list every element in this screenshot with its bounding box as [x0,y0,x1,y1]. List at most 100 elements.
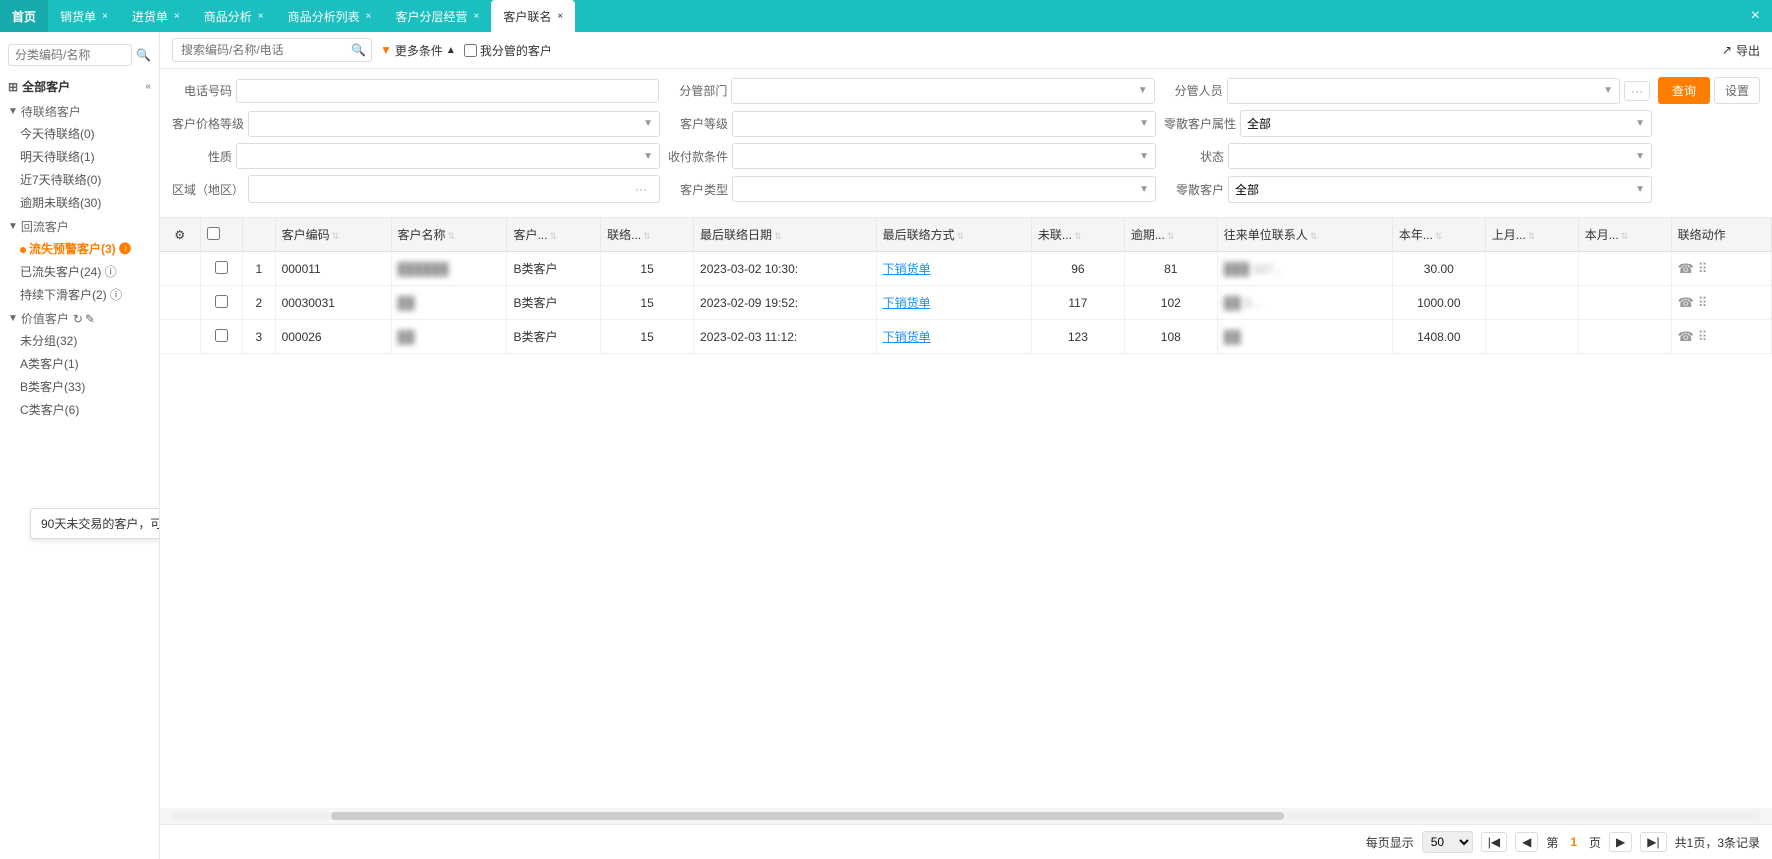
td-last-contact-method[interactable]: 下销货单 [876,286,1031,320]
th-last-month[interactable]: 上月...⇅ [1485,218,1578,252]
refresh-icon[interactable]: ↻ [73,312,83,326]
td-checkbox[interactable] [200,286,243,320]
dots-btn[interactable]: ··· [1624,81,1650,101]
section-pending[interactable]: ▼ 待联络客户 [0,99,159,122]
th-no-contact[interactable]: 未联...⇅ [1031,218,1124,252]
per-page-select[interactable]: 50 20 100 [1422,831,1473,853]
th-overdue[interactable]: 逾期...⇅ [1124,218,1217,252]
last-page-btn[interactable]: ▶| [1640,832,1666,852]
price-tier-select[interactable]: ▼ [248,111,660,137]
sidebar-item-class-b[interactable]: B类客户(33) [0,375,159,398]
retail-customer-select[interactable]: 全部▼ [1228,176,1652,203]
search-submit-icon[interactable]: 🔍 [351,43,366,57]
tab-purchase[interactable]: 进货单 × [120,0,192,32]
section-value[interactable]: ▼ 价值客户 ↻ ✎ [0,306,159,329]
customer-tier-select[interactable]: ▼ [732,111,1156,137]
tab-goods-analysis[interactable]: 商品分析 × [192,0,276,32]
tab-customer-segment[interactable]: 客户分层经营 × [383,0,491,32]
th-type[interactable]: 客户...⇅ [507,218,601,252]
adv-filter-row-4: 区域（地区） ··· 客户类型 ▼ 零散客户 全部▼ [172,175,1760,203]
customer-type-select[interactable]: ▼ [732,176,1156,202]
sidebar-search-input[interactable] [8,44,132,66]
tab-home[interactable]: 首页 [0,0,48,32]
tab-sales[interactable]: 销货单 × [48,0,120,32]
th-this-month[interactable]: 本月...⇅ [1578,218,1671,252]
scrollbar-thumb[interactable] [331,812,1284,820]
th-unit-contact[interactable]: 往来单位联系人⇅ [1217,218,1392,252]
action-more-icon[interactable]: ⠿ [1698,295,1708,311]
th-code[interactable]: 客户编码⇅ [275,218,391,252]
close-all-btn[interactable]: × [1751,7,1772,25]
th-contact[interactable]: 联络...⇅ [601,218,694,252]
sidebar-item-churned[interactable]: 已流失客户(24) ⓘ [0,260,159,283]
export-btn[interactable]: ↗ 导出 [1722,42,1760,59]
close-icon[interactable]: × [102,11,108,22]
tab-goods-list[interactable]: 商品分析列表 × [276,0,384,32]
th-last-contact-method[interactable]: 最后联络方式⇅ [876,218,1031,252]
close-icon[interactable]: × [366,11,372,22]
sidebar-item-ungrouped[interactable]: 未分组(32) [0,329,159,352]
sidebar-item-declining[interactable]: 持续下滑客户(2) ⓘ [0,283,159,306]
td-last-contact-method[interactable]: 下销货单 [876,320,1031,354]
close-icon[interactable]: × [258,11,264,22]
action-more-icon[interactable]: ⠿ [1698,329,1708,345]
row-checkbox[interactable] [215,329,228,342]
region-select[interactable]: ··· [248,175,660,203]
action-contact-icon[interactable]: ☎ [1678,295,1694,311]
close-icon[interactable]: × [557,11,563,22]
sidebar-item-churn-warning[interactable]: 流失预警客户(3) ❶ [0,237,159,260]
search-input[interactable] [172,38,372,62]
close-icon[interactable]: × [174,11,180,22]
select-all-checkbox[interactable] [207,227,220,240]
prev-page-btn[interactable]: ◀ [1515,832,1538,852]
retail-attr-select[interactable]: 全部▼ [1240,110,1652,137]
sidebar-search-icon[interactable]: 🔍 [136,48,151,62]
close-icon[interactable]: × [473,11,479,22]
edit-icon[interactable]: ✎ [85,312,95,326]
td-checkbox[interactable] [200,320,243,354]
td-checkbox[interactable] [200,252,243,286]
status-select[interactable]: ▼ [1228,143,1652,169]
action-contact-icon[interactable]: ☎ [1678,329,1694,345]
payment-select[interactable]: ▼ [732,143,1156,169]
sidebar-item-today-pending[interactable]: 今天待联络(0) [0,122,159,145]
scrollbar-track[interactable] [172,812,1760,820]
my-customers-check[interactable]: 我分管的客户 [464,42,552,59]
collapse-icon[interactable]: « [145,81,151,92]
tab-customer-union[interactable]: 客户联名 × [491,0,575,32]
chevron-down-icon: ▼ [643,151,653,162]
action-contact-icon[interactable]: ☎ [1678,261,1694,277]
page-suffix: 页 [1589,834,1601,851]
person-select[interactable]: ▼ [1227,78,1620,104]
next-page-btn[interactable]: ▶ [1609,832,1632,852]
settings-button[interactable]: 设置 [1714,77,1760,104]
phone-input[interactable] [236,79,659,103]
dept-select[interactable]: ▼ [731,78,1154,104]
sidebar-item-overdue-pending[interactable]: 逾期未联络(30) [0,191,159,214]
sidebar-all-customers[interactable]: ⊞ 全部客户 « [0,74,159,99]
more-conditions-btn[interactable]: ▼ 更多条件 ▲ [380,42,456,59]
status-label: 状态 [1164,148,1224,165]
dots-btn[interactable]: ··· [629,180,653,198]
th-checkbox[interactable] [200,218,243,252]
sidebar-item-tomorrow-pending[interactable]: 明天待联络(1) [0,145,159,168]
query-button[interactable]: 查询 [1658,77,1710,104]
first-page-btn[interactable]: |◀ [1481,832,1507,852]
my-customers-checkbox[interactable] [464,44,477,57]
action-more-icon[interactable]: ⠿ [1698,261,1708,277]
nature-select[interactable]: ▼ [236,143,660,169]
th-year-total[interactable]: 本年...⇅ [1392,218,1485,252]
th-settings[interactable]: ⚙ [160,218,200,252]
row-checkbox[interactable] [215,295,228,308]
sidebar-item-class-a[interactable]: A类客户(1) [0,352,159,375]
section-churned[interactable]: ▼ 回流客户 [0,214,159,237]
td-last-contact-method[interactable]: 下销货单 [876,252,1031,286]
export-icon: ↗ [1722,43,1732,57]
th-last-contact-date[interactable]: 最后联络日期⇅ [694,218,877,252]
th-name[interactable]: 客户名称⇅ [391,218,507,252]
sort-icon: ⇅ [549,231,557,241]
person-label: 分管人员 [1163,82,1223,99]
sidebar-item-class-c[interactable]: C类客户(6) [0,398,159,421]
row-checkbox[interactable] [215,261,228,274]
sidebar-item-week-pending[interactable]: 近7天待联络(0) [0,168,159,191]
